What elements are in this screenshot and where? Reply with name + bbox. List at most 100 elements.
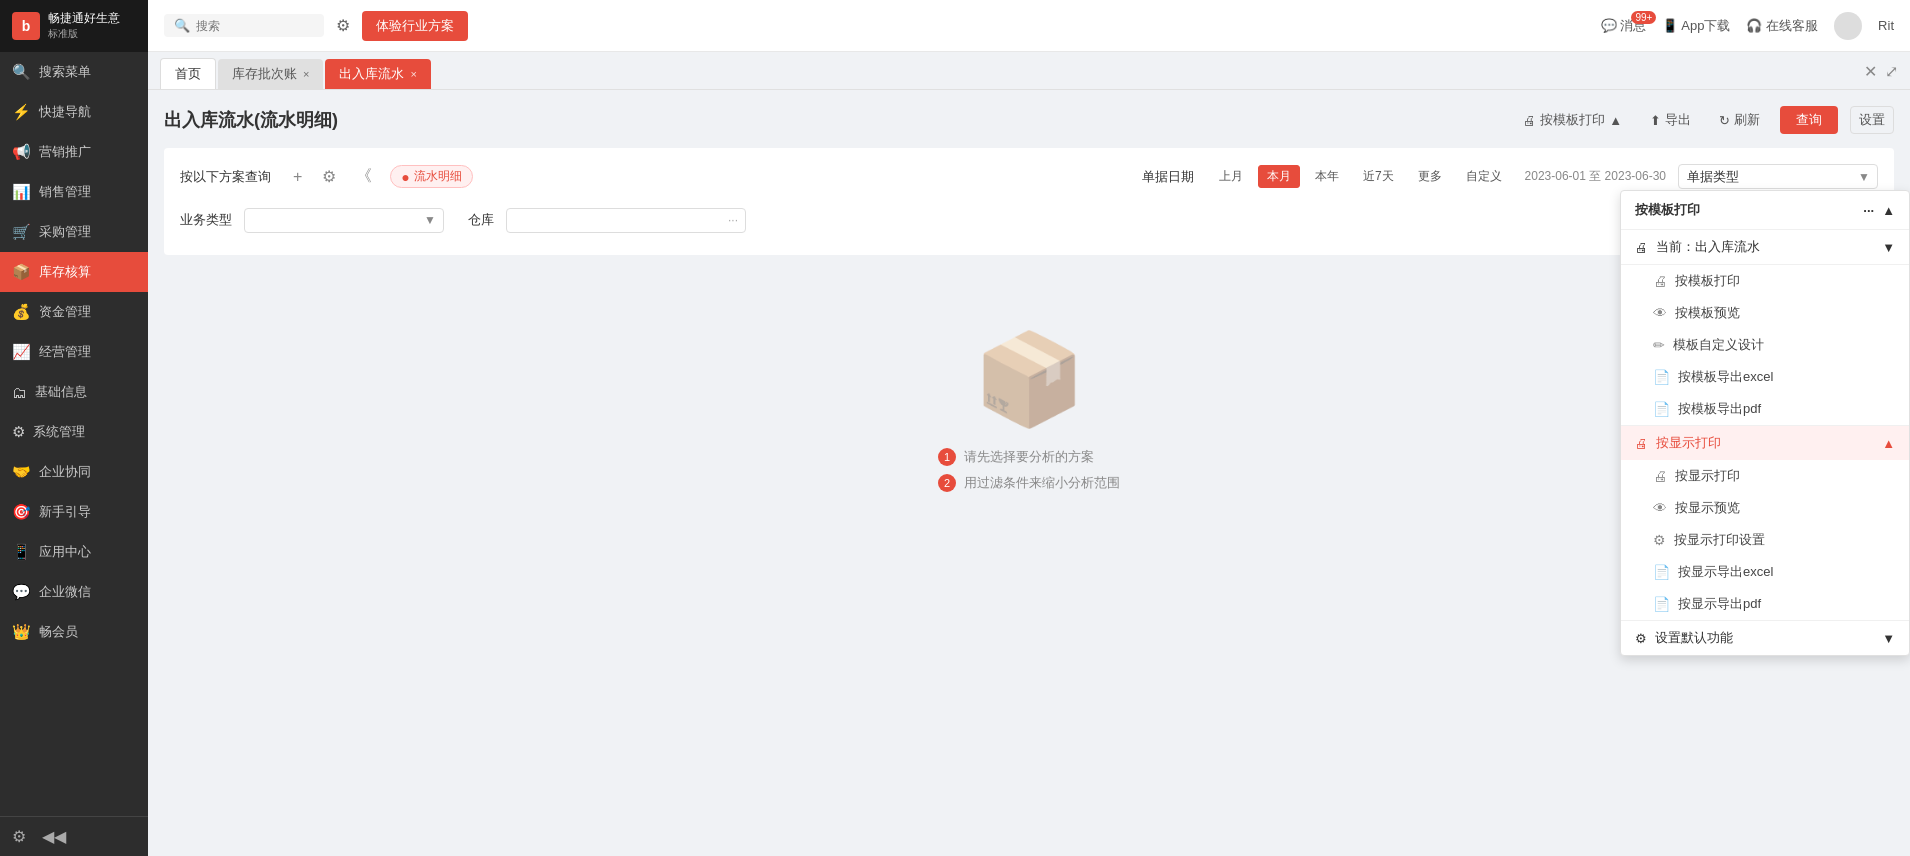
business-type-label: 业务类型: [180, 211, 232, 229]
dropdown-template-excel[interactable]: 📄 按模板导出excel: [1621, 361, 1909, 393]
search-input[interactable]: [196, 19, 314, 33]
tab-batch[interactable]: 库存批次账 ×: [218, 59, 323, 89]
sidebar-item-quicknav[interactable]: ⚡ 快捷导航: [0, 92, 148, 132]
sidebar-item-collab[interactable]: 🤝 企业协同: [0, 452, 148, 492]
date-range-display: 2023-06-01 至 2023-06-30: [1525, 168, 1666, 185]
sidebar-item-finance[interactable]: 💰 资金管理: [0, 292, 148, 332]
sidebar-item-inventory[interactable]: 📦 库存核算: [0, 252, 148, 292]
username-label: Rit: [1878, 18, 1894, 33]
window-maximize-button[interactable]: ⤢: [1885, 62, 1898, 81]
window-close-button[interactable]: ✕: [1864, 62, 1877, 81]
date-tab-last-month[interactable]: 上月: [1210, 165, 1252, 188]
settings-bottom-icon[interactable]: ⚙: [12, 827, 26, 846]
dropdown-display-print-settings[interactable]: ⚙ 按显示打印设置: [1621, 524, 1909, 556]
vip-icon: 👑: [12, 623, 31, 641]
dropdown-current-header[interactable]: 🖨 当前：出入库流水 ▼: [1621, 230, 1909, 264]
page-header: 出入库流水(流水明细) 🖨 按模板打印 ▲ ⬆ 导出 ↻ 刷新 查询 设置: [164, 106, 1894, 134]
date-tab-custom[interactable]: 自定义: [1457, 165, 1511, 188]
date-tab-last7[interactable]: 近7天: [1354, 165, 1403, 188]
dropdown-template-preview[interactable]: 👁 按模板预览: [1621, 297, 1909, 329]
empty-step-1: 请先选择要分析的方案: [938, 448, 1120, 466]
settings-button[interactable]: 设置: [1850, 106, 1894, 134]
template-print-item-icon: 🖨: [1653, 273, 1667, 289]
sidebar-item-purchase[interactable]: 🛒 采购管理: [0, 212, 148, 252]
finance-icon: 💰: [12, 303, 31, 321]
dropdown-more-icon[interactable]: ···: [1863, 203, 1874, 218]
quicknav-icon: ⚡: [12, 103, 31, 121]
sidebar-item-operation[interactable]: 📈 经营管理: [0, 332, 148, 372]
filter-add-button[interactable]: +: [291, 166, 304, 188]
dropdown-footer[interactable]: ⚙ 设置默认功能 ▼: [1621, 621, 1909, 655]
display-print-icon: 🖨: [1653, 468, 1667, 484]
gear-icon[interactable]: ⚙: [336, 16, 350, 35]
template-custom-icon: ✏: [1653, 337, 1665, 353]
topbar-right: 💬 消息 99+ 📱 App下载 🎧 在线客服 Rit: [1601, 12, 1894, 40]
online-service-btn[interactable]: 🎧 在线客服: [1746, 17, 1818, 35]
marketing-icon: 📢: [12, 143, 31, 161]
sidebar-item-guide[interactable]: 🎯 新手引导: [0, 492, 148, 532]
business-type-select[interactable]: [244, 208, 444, 233]
tab-batch-close[interactable]: ×: [303, 68, 309, 80]
tab-flow-close[interactable]: ×: [410, 68, 416, 80]
sidebar-item-search[interactable]: 🔍 搜索菜单: [0, 52, 148, 92]
wechat-icon: 💬: [12, 583, 31, 601]
export-button[interactable]: ⬆ 导出: [1642, 107, 1699, 133]
current-print-icon: 🖨: [1635, 240, 1648, 255]
dropdown-template-custom[interactable]: ✏ 模板自定义设计: [1621, 329, 1909, 361]
query-button[interactable]: 查询: [1780, 106, 1838, 134]
dropdown-display-pdf[interactable]: 📄 按显示导出pdf: [1621, 588, 1909, 620]
template-print-button[interactable]: 🖨 按模板打印 ▲: [1515, 107, 1630, 133]
date-tab-more[interactable]: 更多: [1409, 165, 1451, 188]
footer-settings-icon: ⚙: [1635, 631, 1647, 646]
collapse-sidebar-icon[interactable]: ◀◀: [42, 827, 66, 846]
logo-icon: b: [12, 12, 40, 40]
promo-button[interactable]: 体验行业方案: [362, 11, 468, 41]
messages-btn[interactable]: 💬 消息 99+: [1601, 17, 1647, 35]
headset-icon: 🎧: [1746, 18, 1762, 33]
dropdown-display-excel[interactable]: 📄 按显示导出excel: [1621, 556, 1909, 588]
bill-type-select[interactable]: 单据类型: [1678, 164, 1878, 189]
export-icon: ⬆: [1650, 113, 1661, 128]
dropdown-title: 按模板打印: [1635, 201, 1700, 219]
filter-tag-icon: ●: [401, 169, 409, 185]
sidebar-item-system[interactable]: ⚙ 系统管理: [0, 412, 148, 452]
tab-flow[interactable]: 出入库流水 ×: [325, 59, 430, 89]
filter-collapse-button[interactable]: 《: [354, 164, 374, 189]
appcenter-icon: 📱: [12, 543, 31, 561]
filter-label: 按以下方案查询: [180, 168, 271, 186]
dropdown-display-section-header[interactable]: 🖨 按显示打印 ▲: [1621, 426, 1909, 460]
template-preview-icon: 👁: [1653, 305, 1667, 321]
date-tab-current-year[interactable]: 本年: [1306, 165, 1348, 188]
filter-tag[interactable]: ● 流水明细: [390, 165, 472, 188]
refresh-button[interactable]: ↻ 刷新: [1711, 107, 1768, 133]
sidebar-item-wechat[interactable]: 💬 企业微信: [0, 572, 148, 612]
dropdown-display-section: 🖨 按显示打印 ▲ 🖨 按显示打印 👁 按显示预览 ⚙ 按显示打印设置: [1621, 426, 1909, 621]
filter-settings-button[interactable]: ⚙: [320, 165, 338, 188]
dropdown-template-print[interactable]: 🖨 按模板打印: [1621, 265, 1909, 297]
app-download-btn[interactable]: 📱 App下载: [1662, 17, 1730, 35]
warehouse-field: 仓库 ···: [468, 208, 746, 233]
warehouse-input[interactable]: [506, 208, 746, 233]
template-excel-icon: 📄: [1653, 369, 1670, 385]
dropdown-current-section: 🖨 当前：出入库流水 ▼: [1621, 230, 1909, 265]
message-badge: 99+: [1631, 11, 1656, 24]
page-actions: 🖨 按模板打印 ▲ ⬆ 导出 ↻ 刷新 查询 设置: [1515, 106, 1894, 134]
dropdown-display-print[interactable]: 🖨 按显示打印: [1621, 460, 1909, 492]
dropdown-collapse-icon[interactable]: ▲: [1882, 203, 1895, 218]
logo-badge: 标准版: [48, 27, 120, 41]
dropdown-display-preview[interactable]: 👁 按显示预览: [1621, 492, 1909, 524]
search-box[interactable]: 🔍: [164, 14, 324, 37]
sidebar-item-marketing[interactable]: 📢 营销推广: [0, 132, 148, 172]
dropdown-template-pdf[interactable]: 📄 按模板导出pdf: [1621, 393, 1909, 425]
logo-text: 畅捷通好生意: [48, 11, 120, 27]
date-tab-current-month[interactable]: 本月: [1258, 165, 1300, 188]
sidebar-item-basic[interactable]: 🗂 基础信息: [0, 372, 148, 412]
empty-illustration: 📦: [973, 327, 1085, 432]
date-filter-label: 单据日期: [1142, 168, 1194, 186]
sidebar-item-appcenter[interactable]: 📱 应用中心: [0, 532, 148, 572]
current-chevron-down-icon: ▼: [1882, 240, 1895, 255]
sidebar-item-vip[interactable]: 👑 畅会员: [0, 612, 148, 652]
sidebar-item-sales[interactable]: 📊 销售管理: [0, 172, 148, 212]
user-avatar[interactable]: [1834, 12, 1862, 40]
tab-home[interactable]: 首页: [160, 58, 216, 89]
